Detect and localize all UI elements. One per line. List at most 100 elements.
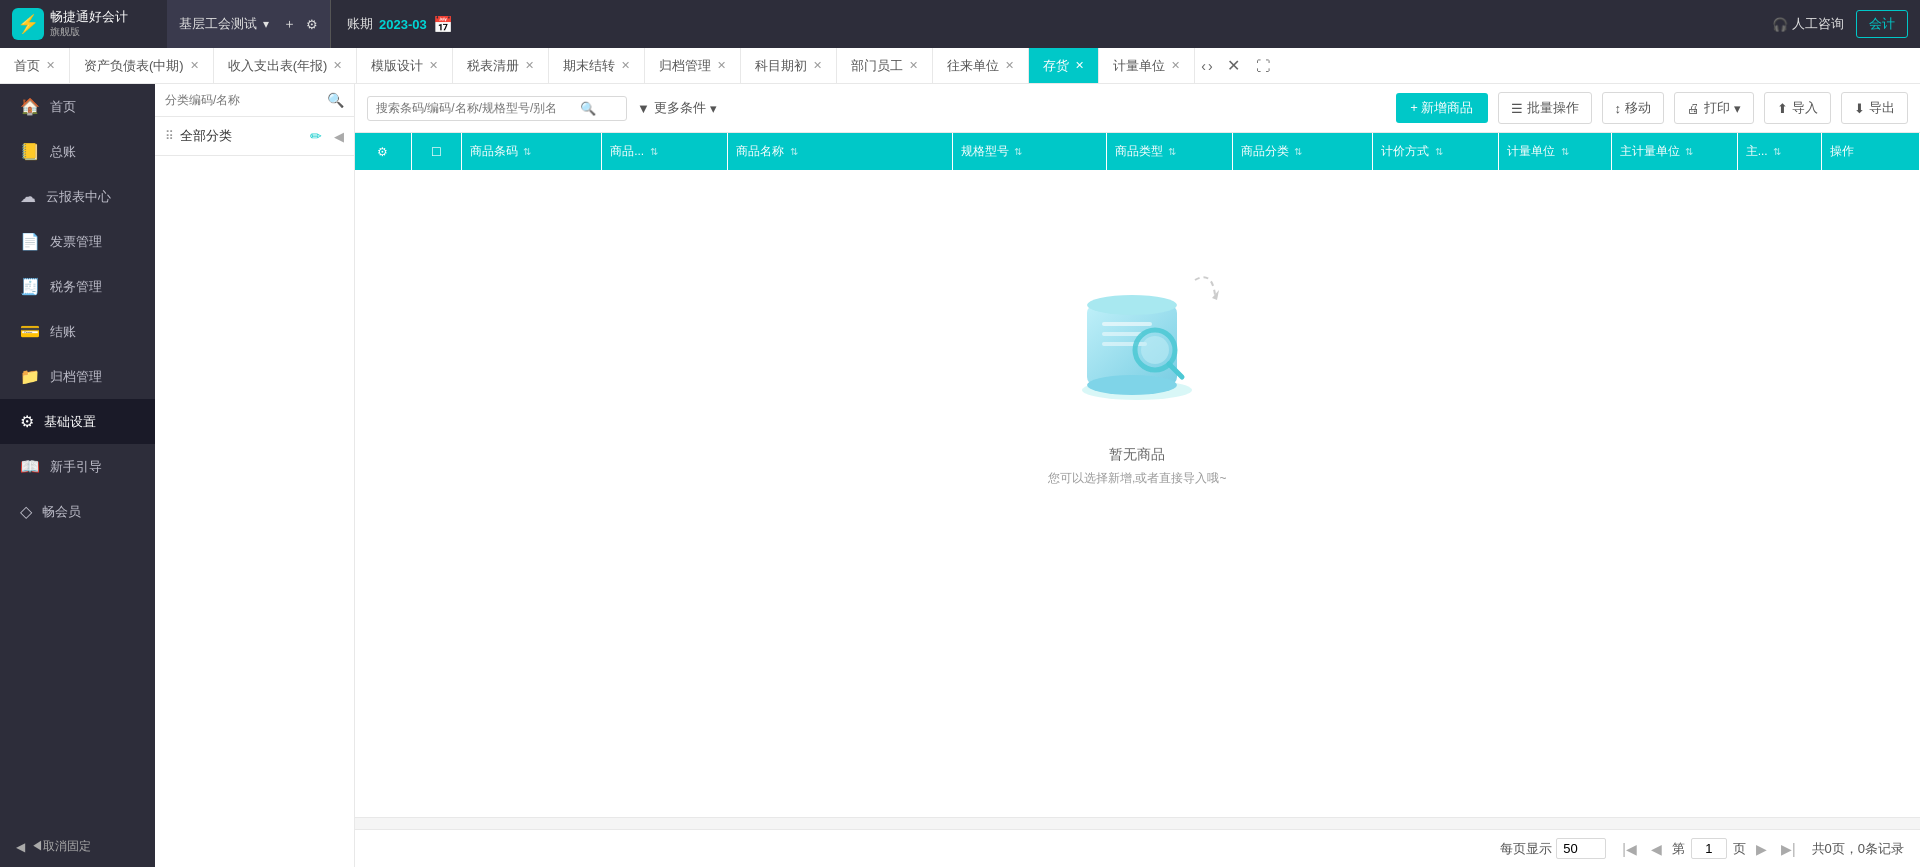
svg-point-8 (1141, 336, 1169, 364)
pin-toggle[interactable]: ◀ ◀取消固定 (0, 826, 155, 867)
search-icon[interactable]: 🔍 (580, 101, 596, 116)
close-tab-icon[interactable]: ✕ (525, 59, 534, 72)
sidebar-item-invoice[interactable]: 📄 发票管理 (0, 219, 155, 264)
tab-prev-icon[interactable]: ‹ (1201, 58, 1206, 74)
first-page-btn[interactable]: |◀ (1618, 839, 1641, 859)
nav-tab-tax[interactable]: 税表清册 ✕ (453, 48, 549, 83)
th-name[interactable]: 商品名称 ⇅ (728, 133, 952, 170)
th-unit[interactable]: 计量单位 ⇅ (1499, 133, 1611, 170)
page-label: 第 (1672, 840, 1685, 858)
th-main-unit[interactable]: 主计量单位 ⇅ (1611, 133, 1737, 170)
th-settings[interactable]: ⚙ (355, 133, 411, 170)
add-product-button[interactable]: + 新增商品 (1396, 93, 1487, 123)
nav-tab-subject[interactable]: 科目期初 ✕ (741, 48, 837, 83)
th-type[interactable]: 商品类型 ⇅ (1106, 133, 1232, 170)
headset-icon: 🎧 (1772, 17, 1788, 32)
sidebar-item-ledger[interactable]: 📒 总账 (0, 129, 155, 174)
add-tab-icon[interactable]: ＋ (283, 15, 296, 33)
print-button[interactable]: 🖨 打印 ▾ (1674, 92, 1754, 124)
page-of-label: 页 (1733, 840, 1746, 858)
nav-tab-home[interactable]: 首页 ✕ (0, 48, 70, 83)
sidebar-item-archive[interactable]: 📁 归档管理 (0, 354, 155, 399)
category-search-input[interactable] (165, 93, 327, 107)
horizontal-scrollbar[interactable] (355, 817, 1920, 829)
close-tab-icon[interactable]: ✕ (1171, 59, 1180, 72)
batch-icon: ☰ (1511, 101, 1523, 116)
page-nav: |◀ ◀ 第 页 ▶ ▶| (1618, 838, 1799, 859)
empty-desc: 您可以选择新增,或者直接导入哦~ (1048, 470, 1226, 487)
nav-tab-archive[interactable]: 归档管理 ✕ (645, 48, 741, 83)
expand-icon[interactable]: ⛶ (1248, 58, 1278, 74)
search-bar: 🔍 (367, 96, 627, 121)
tab-next-icon[interactable]: › (1208, 58, 1213, 74)
account-button[interactable]: 会计 (1856, 10, 1908, 38)
nav-tab-template[interactable]: 模版设计 ✕ (357, 48, 453, 83)
table-footer: 每页显示 10 20 50 100 |◀ ◀ 第 页 (355, 829, 1920, 867)
per-page-dropdown[interactable]: 10 20 50 100 (1556, 838, 1606, 859)
nav-tab-department[interactable]: 部门员工 ✕ (837, 48, 933, 83)
right-panel: 🔍 ▼ 更多条件 ▾ + 新增商品 ☰ 批量操作 (355, 84, 1920, 867)
close-tab-icon[interactable]: ✕ (813, 59, 822, 72)
empty-title: 暂无商品 (1109, 446, 1165, 464)
nav-tab-inventory[interactable]: 存货 ✕ (1029, 48, 1099, 83)
th-checkbox[interactable]: ☐ (411, 133, 461, 170)
nav-tab-balance[interactable]: 资产负债表(中期) ✕ (70, 48, 214, 83)
consult-button[interactable]: 🎧 人工咨询 (1772, 15, 1844, 33)
th-col3[interactable]: 主... ⇅ (1737, 133, 1821, 170)
guide-icon: 📖 (20, 457, 40, 476)
page-number-input[interactable] (1691, 838, 1727, 859)
close-tab-icon[interactable]: ✕ (333, 59, 342, 72)
th-spec[interactable]: 规格型号 ⇅ (952, 133, 1106, 170)
move-button[interactable]: ↕ 移动 (1602, 92, 1665, 124)
nav-tab-contact[interactable]: 往来单位 ✕ (933, 48, 1029, 83)
company-tab[interactable]: 基层工会测试 ▾ ＋ ⚙ (167, 0, 331, 48)
close-tab-icon[interactable]: ✕ (190, 59, 199, 72)
calendar-icon[interactable]: 📅 (433, 15, 453, 34)
inner-content: 🔍 ⠿ 全部分类 ✏ ◀ 🔍 ▼ (155, 84, 1920, 867)
sidebar-item-label: 结账 (50, 323, 76, 341)
export-button[interactable]: ⬇ 导出 (1841, 92, 1908, 124)
close-tab-icon[interactable]: ✕ (909, 59, 918, 72)
last-page-btn[interactable]: ▶| (1777, 839, 1800, 859)
th-barcode[interactable]: 商品条码 ⇅ (462, 133, 602, 170)
svg-marker-10 (1212, 290, 1219, 300)
sidebar-item-guide[interactable]: 📖 新手引导 (0, 444, 155, 489)
close-tab-icon[interactable]: ✕ (1005, 59, 1014, 72)
import-button[interactable]: ⬆ 导入 (1764, 92, 1831, 124)
sidebar-item-cloud[interactable]: ☁ 云报表中心 (0, 174, 155, 219)
close-tab-icon[interactable]: ✕ (621, 59, 630, 72)
sort-icon: ⇅ (1168, 146, 1176, 157)
close-tab-icon[interactable]: ✕ (1075, 59, 1084, 72)
close-all-tabs-icon[interactable]: ✕ (1219, 56, 1248, 75)
more-filter-btn[interactable]: ▼ 更多条件 ▾ (637, 99, 717, 117)
print-dropdown-icon: ▾ (1734, 101, 1741, 116)
sort-icon: ⇅ (790, 146, 798, 157)
nav-tab-period-end[interactable]: 期末结转 ✕ (549, 48, 645, 83)
prev-page-btn[interactable]: ◀ (1647, 839, 1666, 859)
collapse-icon[interactable]: ◀ (334, 129, 344, 144)
th-price-method[interactable]: 计价方式 ⇅ (1373, 133, 1499, 170)
sidebar-item-label: 基础设置 (44, 413, 96, 431)
sidebar-item-vip[interactable]: ◇ 畅会员 (0, 489, 155, 534)
batch-ops-button[interactable]: ☰ 批量操作 (1498, 92, 1592, 124)
pin-label: ◀取消固定 (31, 838, 91, 855)
th-category[interactable]: 商品分类 ⇅ (1233, 133, 1373, 170)
close-tab-icon[interactable]: ✕ (46, 59, 55, 72)
search-input[interactable] (376, 101, 576, 115)
nav-tab-unit[interactable]: 计量单位 ✕ (1099, 48, 1195, 83)
next-page-btn[interactable]: ▶ (1752, 839, 1771, 859)
sidebar-item-tax[interactable]: 🧾 税务管理 (0, 264, 155, 309)
sidebar-item-home[interactable]: 🏠 首页 (0, 84, 155, 129)
sidebar-item-label: 畅会员 (42, 503, 81, 521)
close-tab-icon[interactable]: ✕ (717, 59, 726, 72)
sidebar-item-settings[interactable]: ⚙ 基础设置 (0, 399, 155, 444)
product-table: ⚙ ☐ 商品条码 ⇅ 商品... ⇅ (355, 133, 1920, 817)
nav-tab-income[interactable]: 收入支出表(年报) ✕ (214, 48, 358, 83)
search-icon[interactable]: 🔍 (327, 92, 344, 108)
sidebar-item-settle[interactable]: 💳 结账 (0, 309, 155, 354)
settings-icon[interactable]: ⚙ (306, 17, 318, 32)
close-tab-icon[interactable]: ✕ (429, 59, 438, 72)
th-code[interactable]: 商品... ⇅ (602, 133, 728, 170)
edit-icon[interactable]: ✏ (310, 128, 322, 144)
filter-icon: ▼ (637, 101, 650, 116)
